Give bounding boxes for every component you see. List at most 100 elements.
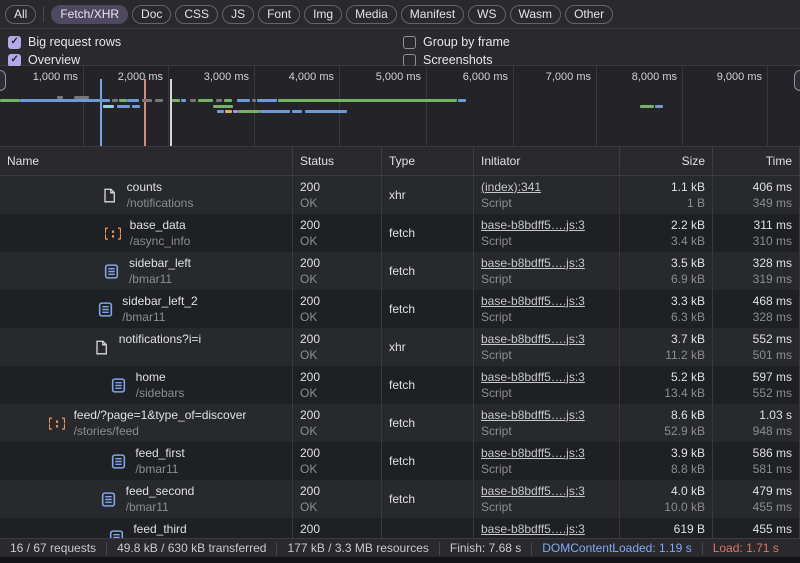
transferred-size: 3.9 kB — [670, 445, 705, 460]
devtools-network-panel: All Fetch/XHR Doc CSS JS Font Img Media Manifest… — [0, 0, 800, 563]
initiator-link: base-b8bdff5….js:3 — [481, 522, 612, 537]
latency-time: 349 ms — [752, 195, 792, 210]
big-request-rows-checkbox[interactable] — [8, 35, 21, 49]
status-code: 200 — [300, 217, 321, 232]
overview-label: Overview — [28, 53, 81, 67]
name-lines: feed/?page=1&type_of=discover/stories/fe… — [74, 408, 247, 439]
type-cell: fetch — [382, 480, 474, 518]
request-row-sidebar-left-2[interactable]: sidebar_left_2/bmar11 200 OK fetch base-b8bd… — [0, 290, 800, 328]
initiator-link-text[interactable]: base-b8bdff5….js:3 — [481, 522, 585, 536]
request-row-counts[interactable]: counts/notifications 200 OK xhr (index):341 S… — [0, 176, 800, 214]
initiator-link-text[interactable]: (index):341 — [481, 180, 541, 194]
overview-right-handle[interactable] — [794, 70, 800, 91]
column-header-status[interactable]: Status — [293, 147, 382, 175]
group-by-frame-label: Group by frame — [423, 35, 510, 49]
initiator-link-text[interactable]: base-b8bdff5….js:3 — [481, 332, 585, 346]
transferred-size: 4.0 kB — [670, 483, 705, 498]
name-lines: feed_first/bmar11 — [135, 446, 184, 477]
waterfall-bar — [20, 99, 100, 102]
type-cell — [382, 518, 474, 538]
filter-pill-ws[interactable]: WS — [468, 4, 506, 24]
filter-pill-doc[interactable]: Doc — [132, 4, 172, 24]
total-time: 597 ms — [752, 369, 792, 384]
initiator-cell: base-b8bdff5….js:3 Script — [474, 480, 620, 518]
transferred-size: 5.2 kB — [670, 369, 705, 384]
initiator-link-text[interactable]: base-b8bdff5….js:3 — [481, 218, 585, 232]
option-screenshots[interactable]: Screenshots — [403, 53, 492, 67]
option-group-by-frame[interactable]: Group by frame — [403, 35, 510, 49]
option-overview[interactable]: Overview — [8, 53, 80, 67]
request-type: fetch — [389, 225, 416, 240]
overview-left-handle[interactable] — [0, 70, 6, 91]
filter-pill-js[interactable]: JS — [222, 4, 255, 24]
network-summary-bar: 16 / 67 requests 49.8 kB / 630 kB transfe… — [0, 538, 800, 557]
column-header-type[interactable]: Type — [382, 147, 474, 175]
latency-time: 455 ms — [752, 499, 792, 514]
request-type: xhr — [389, 339, 406, 354]
request-row-feed-third[interactable]: feed_third 200 base-b8bdff5….js:3 619 B … — [0, 518, 800, 538]
initiator-link-text[interactable]: base-b8bdff5….js:3 — [481, 408, 585, 422]
request-row-feed-page-1-type-of-discover[interactable]: {:} feed/?page=1&type_of=discover/stories… — [0, 404, 800, 442]
network-overview-timeline[interactable]: 1,000 ms 2,000 ms 3,000 ms 4,000 ms 5,000 ms… — [0, 66, 800, 147]
filter-pill-font[interactable]: Font — [258, 4, 301, 24]
screenshots-label: Screenshots — [423, 53, 493, 67]
latency-time: 581 ms — [752, 461, 792, 476]
waterfall-bar — [132, 105, 140, 108]
timeline-gridline — [426, 66, 427, 146]
initiator-link-text[interactable]: base-b8bdff5….js:3 — [481, 446, 585, 460]
filter-pill-manifest[interactable]: Manifest — [400, 4, 465, 24]
document-icon — [102, 187, 118, 203]
filter-pill-other[interactable]: Other — [565, 4, 614, 24]
overview-checkbox[interactable] — [8, 53, 21, 67]
load-line — [144, 79, 146, 146]
filter-pill-media[interactable]: Media — [346, 4, 397, 24]
json-braces-icon: {:} — [49, 415, 65, 432]
domcontentloaded-line — [100, 79, 102, 146]
summary-finish: Finish: 7.68 s — [440, 541, 533, 555]
filter-divider — [43, 6, 45, 22]
filter-pill-fetch-xhr[interactable]: Fetch/XHR — [51, 4, 129, 24]
summary-16-67-requests: 16 / 67 requests — [0, 541, 108, 555]
resource-size: 13.4 kB — [664, 385, 705, 400]
type-cell: fetch — [382, 366, 474, 404]
waterfall-bar — [172, 99, 180, 102]
waterfall-bar — [458, 99, 466, 102]
resource-size: 6.9 kB — [670, 271, 705, 286]
request-path: /stories/feed — [73, 423, 139, 438]
request-type-filter-bar: All Fetch/XHR Doc CSS JS Font Img Media Manifest… — [0, 0, 800, 29]
filter-pill-css[interactable]: CSS — [175, 4, 219, 24]
total-time: 586 ms — [752, 445, 792, 460]
column-header-time[interactable]: Time — [713, 147, 800, 175]
request-row-feed-first[interactable]: feed_first/bmar11 200 OK fetch base-b8bdff5…… — [0, 442, 800, 480]
request-row-sidebar-left[interactable]: sidebar_left/bmar11 200 OK fetch base-b8bdff… — [0, 252, 800, 290]
status-text: OK — [300, 309, 318, 324]
filter-pill-img[interactable]: Img — [304, 4, 343, 24]
option-big-request-rows[interactable]: Big request rows — [8, 35, 121, 49]
request-name: sidebar_left — [128, 255, 192, 270]
group-by-frame-checkbox[interactable] — [403, 35, 416, 49]
summary-domcontentloaded: DOMContentLoaded: 1.19 s — [532, 541, 703, 555]
request-row-home[interactable]: home/sidebars 200 OK fetch base-b8bdff5….js:… — [0, 366, 800, 404]
initiator-link-text[interactable]: base-b8bdff5….js:3 — [481, 484, 585, 498]
initiator-link-text[interactable]: base-b8bdff5….js:3 — [481, 256, 585, 270]
waterfall-bar — [127, 99, 139, 102]
time-cell: 552 ms 501 ms — [713, 328, 800, 366]
requests-table-body: counts/notifications 200 OK xhr (index):341 S… — [0, 176, 800, 538]
request-row-notifications-i-i[interactable]: notifications?i=i 200 OK xhr base-b8bdff5….… — [0, 328, 800, 366]
initiator-kind: Script — [481, 461, 512, 476]
column-header-initiator[interactable]: Initiator — [474, 147, 620, 175]
filter-pill-wasm[interactable]: Wasm — [509, 4, 562, 24]
initiator-link-text[interactable]: base-b8bdff5….js:3 — [481, 294, 585, 308]
request-path: /bmar11 — [122, 309, 166, 324]
column-header-name[interactable]: Name — [0, 147, 293, 175]
column-header-size[interactable]: Size — [620, 147, 713, 175]
initiator-link-text[interactable]: base-b8bdff5….js:3 — [481, 370, 585, 384]
initiator-kind: Script — [481, 499, 512, 514]
filter-pill-all[interactable]: All — [5, 4, 37, 24]
time-cell: 311 ms 310 ms — [713, 214, 800, 252]
screenshots-checkbox[interactable] — [403, 53, 416, 67]
request-row-feed-second[interactable]: feed_second/bmar11 200 OK fetch base-b8bdff5… — [0, 480, 800, 518]
name-cell: {:} feed/?page=1&type_of=discover/stories… — [0, 404, 293, 442]
request-row-base-data[interactable]: {:} base_data/async_info 200OK fetch base-b8… — [0, 214, 800, 252]
request-type: fetch — [389, 301, 416, 316]
